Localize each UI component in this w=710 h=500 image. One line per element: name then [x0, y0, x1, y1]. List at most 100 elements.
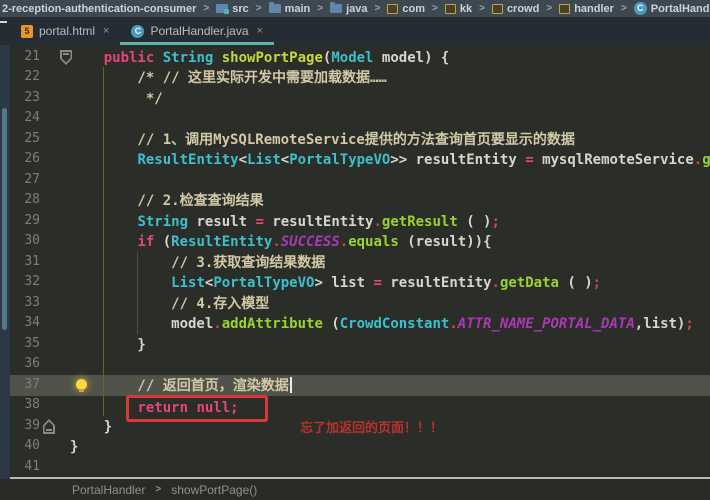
code-text: // 4.存入模型: [70, 294, 269, 314]
fold-end-icon[interactable]: [43, 419, 55, 434]
line-number[interactable]: 39: [14, 418, 40, 433]
token-kw: if: [137, 234, 155, 251]
folder-icon: [268, 2, 281, 13]
token-pl: ,list): [634, 316, 686, 333]
line-number[interactable]: 37: [14, 377, 40, 392]
token-dot: ;: [685, 316, 694, 333]
token-pl: (: [322, 316, 340, 333]
token-mc: equals: [348, 234, 399, 251]
line-number[interactable]: 33: [14, 295, 40, 310]
breadcrumb-label: 2-reception-authentication-consumer: [2, 2, 197, 15]
minus-icon: [46, 429, 52, 431]
line-number[interactable]: 26: [14, 151, 40, 166]
line-number[interactable]: 23: [14, 90, 40, 105]
code-text: if (ResultEntity.SUCCESS.equals (result)…: [70, 232, 492, 252]
code-editor[interactable]: 忘了加返回的页面！！！ 21 public String showPortPag…: [10, 45, 710, 478]
token-pl: model: [70, 316, 214, 333]
breadcrumb-item[interactable]: main: [268, 2, 311, 15]
token-pl: ( ): [457, 213, 492, 230]
close-icon[interactable]: ×: [257, 25, 263, 37]
token-pl: (result)){: [398, 234, 492, 251]
code-line: 26 ResultEntity<List<PortalTypeVO>> resu…: [10, 149, 710, 170]
breadcrumb-separator-icon: >: [479, 3, 485, 14]
line-number[interactable]: 31: [14, 254, 40, 269]
token-ty: PortalTypeVO: [289, 152, 391, 169]
token-pl: }: [70, 336, 146, 353]
code-text: }: [70, 437, 78, 457]
tab-portal-html[interactable]: 5 portal.html ×: [10, 17, 120, 45]
line-number[interactable]: 22: [14, 69, 40, 84]
breadcrumb-label: main: [284, 2, 311, 15]
line-number[interactable]: 35: [14, 336, 40, 351]
indent-guide: [103, 67, 104, 416]
breadcrumb-item[interactable]: kk: [444, 2, 473, 15]
token-ty: String: [137, 213, 189, 230]
token-ty: Model: [331, 50, 374, 66]
token-dot: .: [373, 213, 382, 230]
code-line: 33 // 4.存入模型: [10, 293, 710, 314]
token-pl: }: [70, 418, 113, 435]
token-dot: .: [339, 234, 349, 251]
token-ty: CrowdConstant: [339, 316, 450, 333]
breadcrumb-item[interactable]: crowd: [491, 3, 539, 15]
breadcrumb-item[interactable]: handler: [559, 3, 614, 15]
token-op: =: [525, 152, 534, 169]
breadcrumb-item[interactable]: src: [216, 3, 249, 15]
token-fd: ATTR_NAME_PORTAL_DATA: [457, 316, 635, 333]
line-number[interactable]: 25: [14, 131, 40, 146]
line-number[interactable]: 29: [14, 213, 40, 228]
code-line: 37 // 返回首页，渲染数据: [10, 374, 710, 396]
breadcrumb-separator-icon: >: [255, 3, 262, 14]
line-number[interactable]: 41: [14, 459, 40, 474]
code-line: 36: [10, 354, 710, 375]
code-line: 40}: [10, 436, 710, 457]
token-pl: ( ): [558, 275, 593, 292]
breadcrumb-label: com: [402, 2, 425, 15]
code-line: 38 return null;: [10, 395, 710, 423]
status-breadcrumb-item[interactable]: PortalHandler: [72, 483, 145, 497]
line-number[interactable]: 34: [14, 315, 40, 330]
scrollbar-thumb[interactable]: [2, 108, 7, 330]
line-number[interactable]: 32: [14, 274, 40, 289]
code-line: 32 List<PortalTypeVO> list = resultEntit…: [10, 272, 710, 293]
code-text: List<PortalTypeVO> list = resultEntity.g…: [70, 273, 601, 293]
code-line: 23 */: [10, 88, 710, 109]
line-number[interactable]: 38: [14, 397, 40, 412]
breadcrumb-item[interactable]: com: [387, 3, 425, 15]
token-mc: getPorta: [702, 152, 710, 169]
status-breadcrumb-item[interactable]: showPortPage(): [171, 483, 257, 497]
token-dot: ;: [592, 275, 602, 292]
status-separator-icon: >: [155, 484, 162, 495]
token-fd: SUCCESS: [280, 234, 340, 251]
breadcrumb-label: src: [232, 2, 249, 15]
line-number[interactable]: 40: [14, 438, 40, 453]
breadcrumb-item[interactable]: java: [330, 2, 368, 15]
breadcrumb: 2-reception-authentication-consumer > src >…: [2, 2, 710, 15]
code-line: 29 String result = resultEntity.getResul…: [10, 211, 710, 232]
breadcrumb-separator-icon: >: [546, 3, 553, 14]
tab-portalhandler-java[interactable]: C PortalHandler.java ×: [120, 17, 274, 45]
html5-icon: 5: [21, 24, 33, 38]
tool-window-handle[interactable]: [0, 21, 7, 23]
code-line: 22 /* // 这里实际开发中需要加载数据……: [10, 67, 710, 88]
token-cm: /* // 这里实际开发中需要加载数据……: [70, 70, 387, 87]
breadcrumb-label: kk: [459, 2, 473, 15]
token-ty: ResultEntity: [137, 152, 239, 169]
close-icon[interactable]: ×: [103, 25, 109, 37]
breadcrumb-item[interactable]: CPortalHandler: [633, 2, 710, 15]
breadcrumb-item[interactable]: 2-reception-authentication-consumer: [2, 3, 196, 15]
token-pl: resultEntity: [381, 275, 492, 292]
line-number[interactable]: 21: [14, 49, 40, 64]
token-dot: .: [449, 316, 458, 333]
line-number[interactable]: 36: [14, 356, 40, 371]
editor-tab-bar: 5 portal.html × C PortalHandler.java ×: [0, 17, 710, 45]
line-number[interactable]: 30: [14, 233, 40, 248]
class-icon: C: [131, 24, 145, 38]
token-pl: (: [154, 234, 172, 251]
line-number[interactable]: 27: [14, 172, 40, 187]
line-number[interactable]: 28: [14, 192, 40, 207]
line-number[interactable]: 24: [14, 110, 40, 125]
code-text: }: [70, 335, 146, 355]
